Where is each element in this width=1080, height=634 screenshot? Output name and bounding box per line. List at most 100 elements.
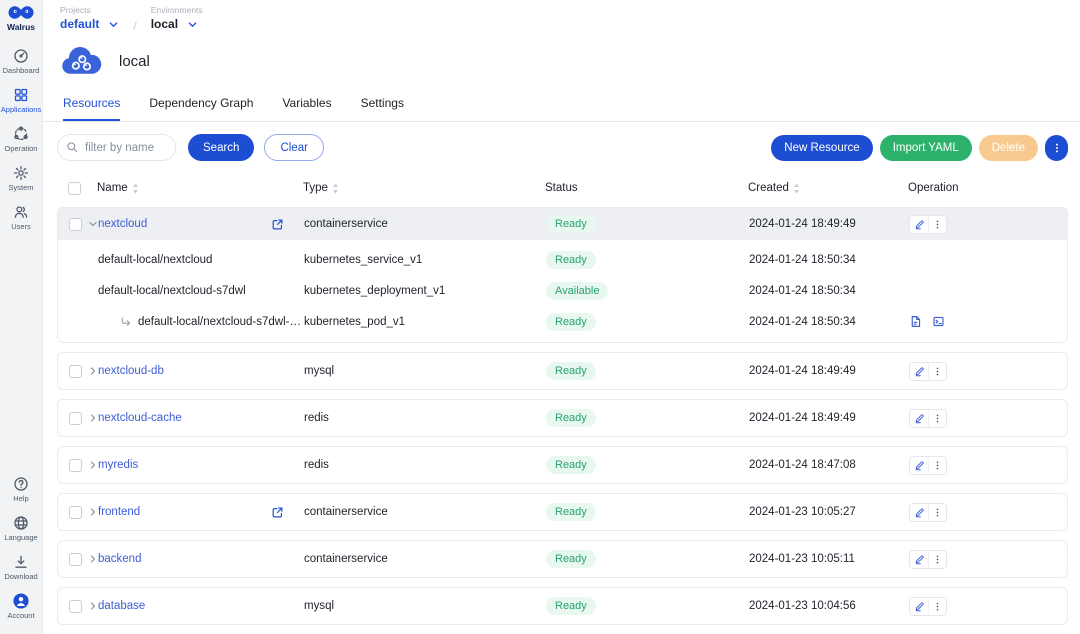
component-name: default-local/nextcloud-s7dwl-7dd69bcdb-… — [138, 315, 304, 328]
tab-variables[interactable]: Variables — [282, 89, 331, 121]
sidebar-item-account[interactable]: Account — [0, 587, 42, 626]
import-yaml-button[interactable]: Import YAML — [879, 134, 972, 161]
edit-button[interactable] — [910, 215, 928, 233]
pencil-icon — [914, 507, 925, 518]
pencil-icon — [914, 601, 925, 612]
dashboard-icon — [13, 48, 29, 64]
resource-name-link[interactable]: myredis — [98, 459, 138, 471]
environment-cloud-icon — [62, 46, 102, 74]
resource-type: redis — [304, 412, 329, 424]
more-actions-button[interactable] — [928, 597, 946, 615]
project-select[interactable]: default — [60, 17, 119, 31]
sidebar-item-users[interactable]: Users — [0, 198, 42, 237]
edit-button[interactable] — [910, 503, 928, 521]
row-checkbox[interactable] — [69, 411, 82, 425]
tab-settings[interactable]: Settings — [361, 89, 404, 121]
column-header-type: Type — [303, 182, 545, 194]
status-badge: Ready — [546, 362, 596, 380]
resource-row-group: nextcloud-cache redis Ready 2024-01-24 18:4… — [57, 399, 1068, 437]
resource-name-link[interactable]: nextcloud-cache — [98, 412, 182, 424]
created-timestamp: 2024-01-24 18:50:34 — [749, 315, 856, 328]
page-title: local — [119, 52, 150, 70]
operation-buttons — [909, 408, 947, 428]
more-actions-button[interactable] — [928, 215, 946, 233]
search-button[interactable]: Search — [188, 134, 255, 161]
sort-control[interactable] — [793, 182, 800, 194]
edit-button[interactable] — [910, 456, 928, 474]
vertical-dots-icon — [932, 460, 943, 471]
sidebar-item-help[interactable]: Help — [0, 470, 42, 509]
system-icon — [13, 165, 29, 181]
pencil-icon — [914, 366, 925, 377]
more-actions-button[interactable] — [928, 362, 946, 380]
more-actions-button[interactable] — [928, 550, 946, 568]
select-all-checkbox[interactable] — [68, 181, 81, 195]
status-badge: Available — [546, 281, 609, 300]
language-icon — [13, 515, 29, 531]
row-checkbox[interactable] — [69, 552, 82, 566]
column-header-created: Created — [748, 182, 908, 194]
sidebar-item-operation[interactable]: Operation — [0, 120, 42, 159]
table-row: nextcloud containerservice Ready 2024-01-24… — [58, 208, 1067, 240]
brand-name: Walrus — [6, 22, 36, 32]
tab-resources[interactable]: Resources — [63, 89, 121, 121]
resource-type: containerservice — [304, 553, 388, 565]
more-actions-button[interactable] — [928, 456, 946, 474]
resource-name-link[interactable]: backend — [98, 553, 141, 565]
tab-dependency-graph[interactable]: Dependency Graph — [149, 89, 253, 121]
row-checkbox[interactable] — [69, 505, 82, 519]
delete-button[interactable]: Delete — [978, 134, 1038, 161]
created-timestamp: 2024-01-24 18:49:49 — [749, 412, 856, 424]
terminal-button[interactable] — [932, 315, 945, 328]
more-actions-button[interactable] — [928, 409, 946, 427]
search-field — [57, 134, 176, 161]
operation-icon — [13, 126, 29, 142]
sidebar-nav: Dashboard Applications Operation System User… — [0, 42, 42, 237]
vertical-dots-icon — [932, 554, 943, 565]
new-resource-button[interactable]: New Resource — [771, 134, 873, 161]
table-row: frontend containerservice Ready 2024-01-23 … — [58, 494, 1067, 530]
edit-button[interactable] — [910, 409, 928, 427]
sidebar-item-system[interactable]: System — [0, 159, 42, 198]
column-header-operation: Operation — [908, 182, 959, 194]
vertical-dots-icon — [932, 507, 943, 518]
status-badge: Ready — [546, 250, 596, 269]
resource-name-link[interactable]: nextcloud — [98, 218, 147, 230]
resource-name-link[interactable]: nextcloud-db — [98, 365, 164, 377]
resource-name-link[interactable]: frontend — [98, 506, 140, 518]
row-checkbox[interactable] — [69, 599, 82, 613]
edit-button[interactable] — [910, 597, 928, 615]
table-row: nextcloud-cache redis Ready 2024-01-24 18:4… — [58, 400, 1067, 436]
sort-control[interactable] — [132, 182, 139, 194]
page-header: local — [43, 35, 1080, 89]
sort-control[interactable] — [332, 182, 339, 194]
environment-select[interactable]: local — [151, 17, 203, 31]
edit-button[interactable] — [910, 550, 928, 568]
resource-name-link[interactable]: database — [98, 600, 145, 612]
operation-buttons — [909, 214, 947, 234]
sidebar-item-download[interactable]: Download — [0, 548, 42, 587]
breadcrumb: Projects default / Environments local — [43, 0, 1080, 35]
edit-button[interactable] — [910, 362, 928, 380]
vertical-dots-icon — [932, 219, 943, 230]
more-actions-button[interactable] — [928, 503, 946, 521]
sidebar-item-applications[interactable]: Applications — [0, 81, 42, 120]
row-checkbox[interactable] — [69, 217, 82, 231]
toolbar-actions: New Resource Import YAML Delete — [771, 134, 1068, 161]
sidebar-item-dashboard[interactable]: Dashboard — [0, 42, 42, 81]
sidebar-item-language[interactable]: Language — [0, 509, 42, 548]
logs-button[interactable] — [909, 315, 922, 328]
walrus-logo[interactable]: Walrus — [6, 4, 36, 32]
chevron-down-icon — [108, 19, 119, 30]
toolbar-more-button[interactable] — [1045, 134, 1068, 161]
clear-button[interactable]: Clear — [264, 134, 324, 161]
created-timestamp: 2024-01-24 18:50:34 — [749, 284, 856, 297]
external-link-icon[interactable] — [271, 506, 284, 519]
account-icon — [13, 593, 29, 609]
environments-label: Environments — [150, 5, 203, 15]
tree-elbow-icon — [120, 316, 132, 328]
external-link-icon[interactable] — [271, 218, 284, 231]
row-checkbox[interactable] — [69, 458, 82, 472]
row-checkbox[interactable] — [69, 364, 82, 378]
resource-type: kubernetes_service_v1 — [304, 253, 423, 266]
